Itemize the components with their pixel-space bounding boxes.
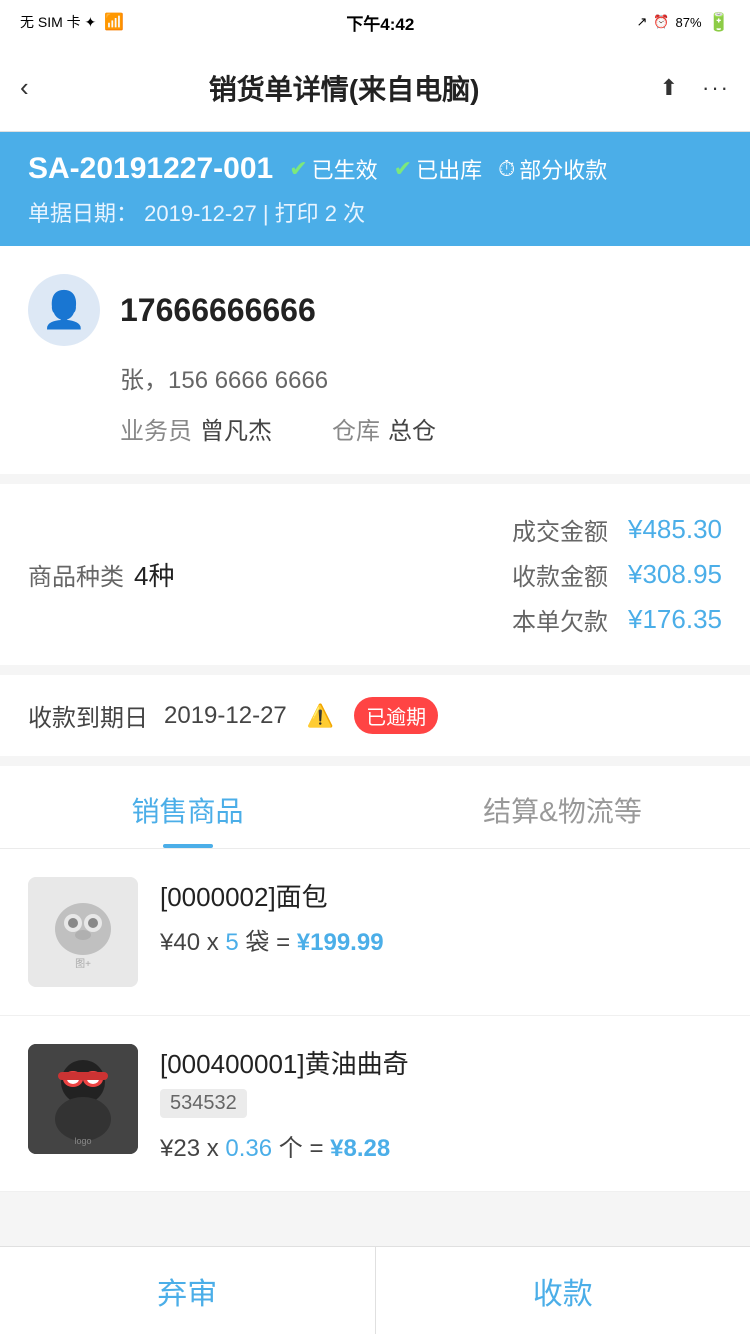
product-info-1: [0000002]面包 ¥40 x 5 袋 = ¥199.99 [160,877,722,957]
clock-icon: ⏱ [498,156,515,182]
page-title: 销货单详情(来自电脑) [209,68,480,108]
customer-card: 👤 17666666666 张，156 6666 6666 业务员 曾凡杰 仓库… [0,246,750,474]
battery-level: 87% [676,15,702,30]
user-icon: 👤 [42,289,87,331]
share-icon[interactable]: ⬆ [660,75,678,101]
product-list: 图+ [0000002]面包 ¥40 x 5 袋 = ¥199.99 [0,849,750,1192]
avatar: 👤 [28,274,100,346]
nav-bar: ‹ 销货单详情(来自电脑) ⬆ ··· [0,44,750,132]
overdue-badge: 已逾期 [354,697,438,734]
product-price-1: ¥40 x 5 袋 = ¥199.99 [160,922,722,957]
product-types: 商品种类 4种 [28,556,174,593]
tabs: 销售商品 结算&物流等 [0,766,750,849]
received-amount: 收款金额 ¥308.95 [512,557,722,592]
product-name-1: [0000002]面包 [160,877,722,914]
status-bar: 无 SIM 卡 ✦ 📶 下午4:42 ↗ ⏰ 87% 🔋 [0,0,750,44]
svg-text:logo: logo [74,1136,91,1146]
cancel-review-button[interactable]: 弃审 [0,1247,376,1334]
customer-name: 17666666666 [120,292,316,329]
overdue-warning-icon: ⚠️ [307,703,334,729]
status-time: 下午4:42 [346,10,414,35]
summary-card: 商品种类 4种 成交金额 ¥485.30 收款金额 ¥308.95 本单欠款 ¥… [0,484,750,665]
product-sku-badge: 534532 [160,1089,722,1128]
status-effected: ✔ 已生效 [289,153,377,185]
customer-contact: 张，156 6666 6666 [28,360,722,395]
wifi-icon: 📶 [104,12,124,32]
salesperson: 业务员 曾凡杰 [120,411,272,446]
due-date-card: 收款到期日 2019-12-27 ⚠️ 已逾期 [0,675,750,756]
location-icon: ↗ [636,14,647,30]
svg-text:图+: 图+ [75,958,91,970]
sim-label: 无 SIM 卡 ✦ [20,12,96,32]
status-right: ↗ ⏰ 87% 🔋 [636,12,730,33]
bottom-toolbar: 弃审 收款 [0,1246,750,1334]
product-thumbnail-2: logo [28,1044,138,1154]
payment-button[interactable]: 收款 [376,1247,750,1334]
status-shipped: ✔ 已出库 [394,153,482,185]
alarm-icon: ⏰ [653,14,669,30]
transaction-amount: 成交金额 ¥485.30 [512,512,722,547]
tab-sales-products[interactable]: 销售商品 [0,766,375,848]
status-left: 无 SIM 卡 ✦ 📶 [20,12,124,32]
customer-meta: 业务员 曾凡杰 仓库 总仓 [28,411,722,446]
product-thumbnail-1: 图+ [28,877,138,987]
more-icon[interactable]: ··· [702,75,730,101]
check-icon-2: ✔ [394,156,412,182]
back-button[interactable]: ‹ [20,72,29,103]
tab-settlement-logistics[interactable]: 结算&物流等 [375,766,750,848]
product-item: logo [000400001]黄油曲奇 534532 ¥23 x 0.36 个… [0,1016,750,1192]
check-icon-1: ✔ [289,156,307,182]
order-date-row: 单据日期： 2019-12-27 | 打印 2 次 [28,196,722,228]
status-partial-payment: ⏱ 部分收款 [498,153,607,185]
product-price-2: ¥23 x 0.36 个 = ¥8.28 [160,1128,722,1163]
product-item: 图+ [0000002]面包 ¥40 x 5 袋 = ¥199.99 [0,849,750,1016]
warehouse: 仓库 总仓 [332,411,436,446]
order-banner: SA-20191227-001 ✔ 已生效 ✔ 已出库 ⏱ 部分收款 单据日期：… [0,132,750,246]
battery-icon: 🔋 [708,12,730,33]
product-name-2: [000400001]黄油曲奇 [160,1044,722,1081]
debt-amount: 本单欠款 ¥176.35 [512,602,722,637]
product-info-2: [000400001]黄油曲奇 534532 ¥23 x 0.36 个 = ¥8… [160,1044,722,1163]
order-id: SA-20191227-001 [28,152,273,186]
nav-actions: ⬆ ··· [660,75,730,101]
